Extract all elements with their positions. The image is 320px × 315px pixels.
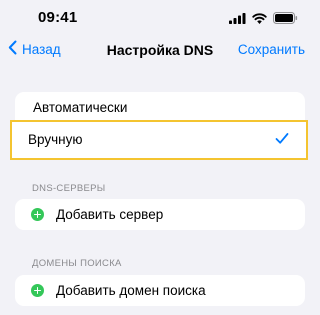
option-manual[interactable]: Вручную <box>12 122 306 157</box>
add-circle-icon <box>31 208 44 221</box>
status-icons <box>229 11 298 29</box>
dns-servers-header: DNS-СЕРВЕРЫ <box>32 183 106 194</box>
checkmark-icon <box>275 132 289 147</box>
status-time: 09:41 <box>38 9 78 26</box>
add-circle-icon <box>31 284 44 297</box>
option-automatic-label: Автоматически <box>33 100 128 115</box>
search-domains-header: ДОМЕНЫ ПОИСКА <box>32 258 122 269</box>
option-manual-highlight: Вручную <box>10 120 308 160</box>
battery-icon <box>273 11 298 29</box>
add-server-label: Добавить сервер <box>56 207 164 222</box>
option-manual-label: Вручную <box>28 132 83 147</box>
status-bar: 09:41 <box>0 0 320 34</box>
navigation-bar: Назад Настройка DNS Сохранить <box>0 34 320 66</box>
add-server-button[interactable]: Добавить сервер <box>15 199 305 230</box>
dns-servers-group: Добавить сервер <box>15 199 305 230</box>
option-automatic[interactable]: Автоматически <box>15 92 305 123</box>
save-button[interactable]: Сохранить <box>238 42 305 57</box>
search-domains-group: Добавить домен поиска <box>15 275 305 306</box>
add-search-domain-button[interactable]: Добавить домен поиска <box>15 275 305 306</box>
add-search-domain-label: Добавить домен поиска <box>56 283 206 298</box>
wifi-icon <box>252 11 267 29</box>
signal-icon <box>229 11 246 29</box>
